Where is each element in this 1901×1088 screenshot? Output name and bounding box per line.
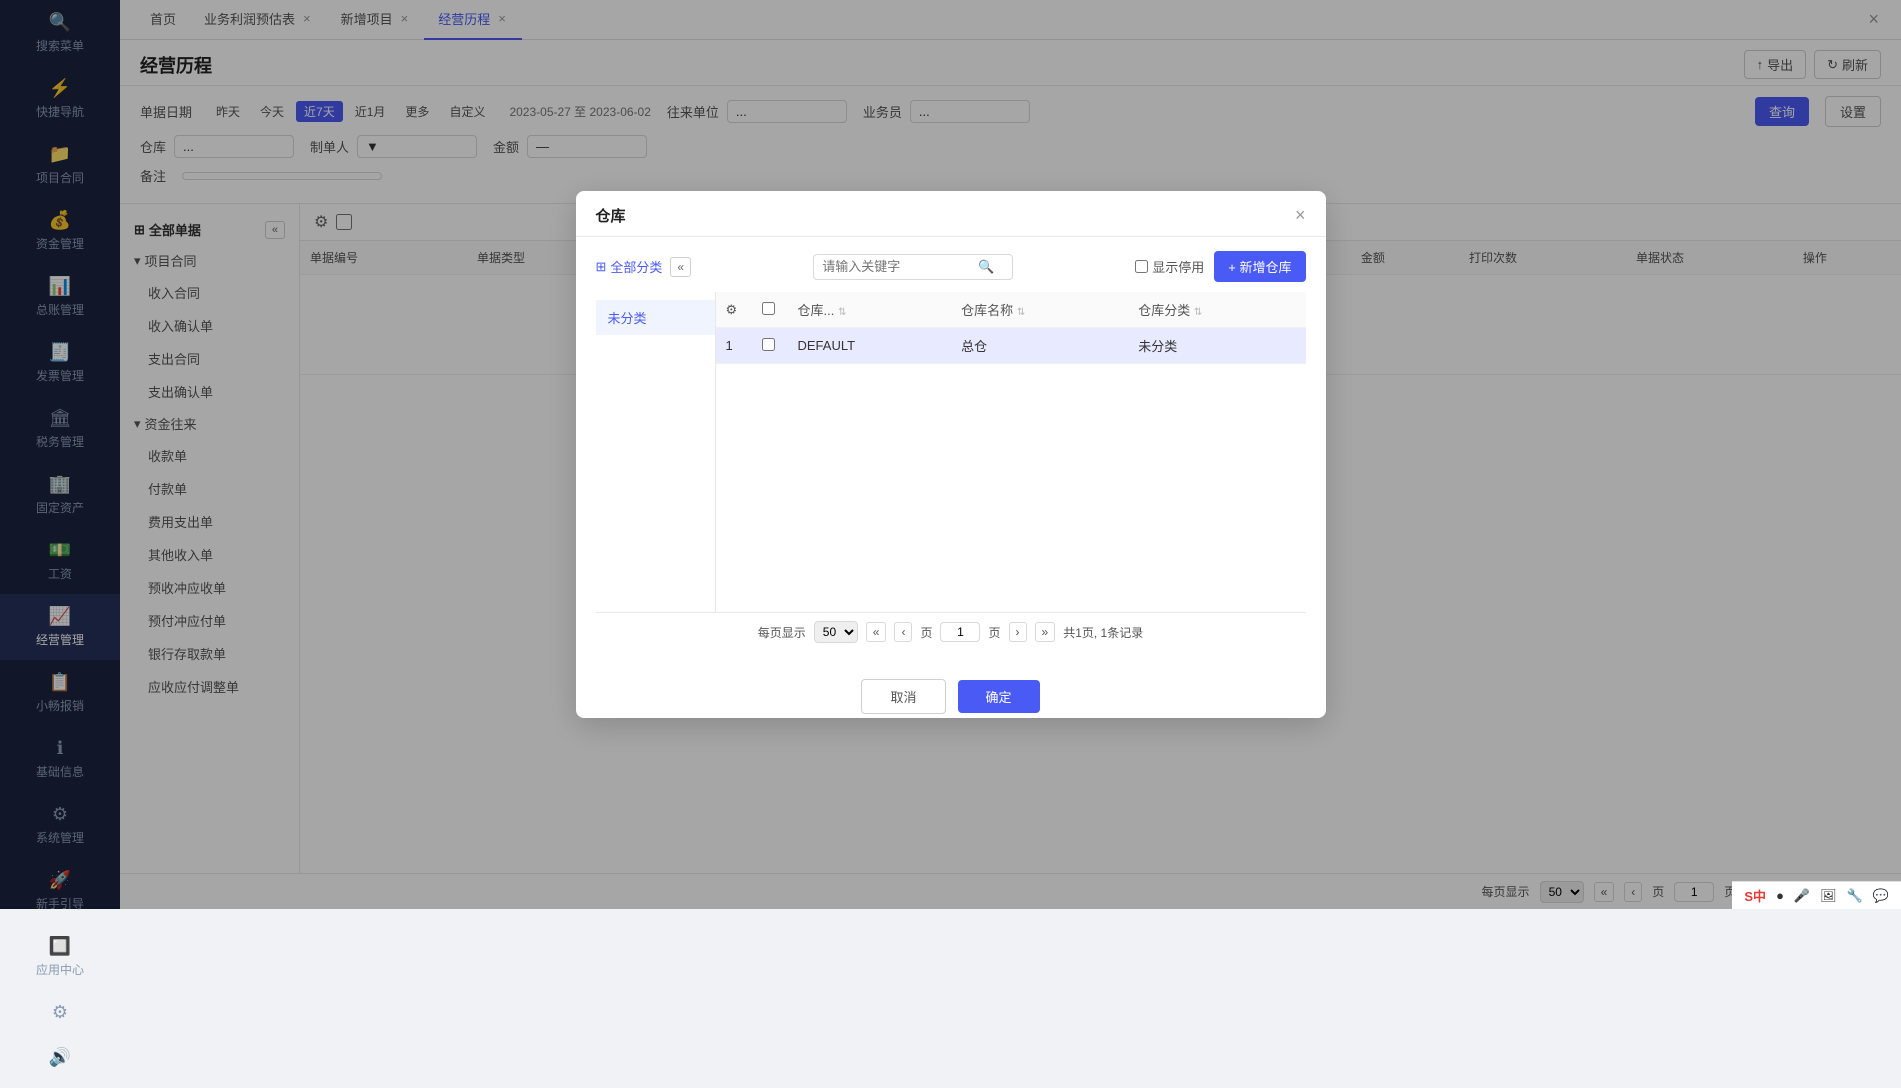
dialog-col-category-label: 仓库分类 <box>1138 303 1190 318</box>
sort-name-icon: ⇅ <box>1017 307 1025 318</box>
dialog-right-actions: 显示停用 + 新增仓库 <box>1135 251 1305 282</box>
add-warehouse-btn[interactable]: + 新增仓库 <box>1214 251 1305 282</box>
dialog-table: ⚙ 仓库... ⇅ 仓库名称 ⇅ <box>716 292 1306 364</box>
dialog-actions: 取消 确定 <box>576 665 1326 718</box>
show-disabled-text: 显示停用 <box>1152 257 1204 276</box>
sort-code-icon: ⇅ <box>838 307 846 318</box>
dialog-last-page-btn[interactable]: » <box>1035 622 1056 642</box>
dialog-toolbar: ⊞ 全部分类 « 🔍 显示停用 + 新增仓库 <box>596 251 1306 282</box>
dialog-col-settings: ⚙ <box>716 292 752 328</box>
dialog-col-category[interactable]: 仓库分类 ⇅ <box>1128 292 1305 328</box>
dialog-row-checkbox[interactable] <box>752 328 788 364</box>
dialog-col-code[interactable]: 仓库... ⇅ <box>788 292 952 328</box>
dialog-collapse-btn[interactable]: « <box>670 257 691 277</box>
dialog-search-input[interactable] <box>822 259 972 274</box>
dialog-page-word2: 页 <box>988 624 1000 641</box>
taskbar-image-icon[interactable]: 🖼 <box>1820 888 1837 904</box>
dialog-col-code-label: 仓库... <box>798 303 835 318</box>
dialog-pagination: 每页显示 50 « ‹ 页 页 › » 共1页, 1条记录 <box>596 612 1306 651</box>
app-center-icon: 🔲 <box>49 936 71 957</box>
dialog-search[interactable]: 🔍 <box>813 254 1013 280</box>
taskbar-dot: ● <box>1776 888 1784 903</box>
dialog-page-input[interactable] <box>940 622 980 642</box>
dialog-overlay: 仓库 × ⊞ 全部分类 « 🔍 <box>0 0 1901 909</box>
table-row[interactable]: 1 DEFAULT 总仓 未分类 <box>716 328 1306 364</box>
sound-icon: 🔊 <box>49 1047 71 1068</box>
dialog-prev-page-btn[interactable]: ‹ <box>894 622 912 642</box>
grid-category-icon: ⊞ <box>596 259 607 275</box>
dialog-page-size-label: 每页显示 <box>758 624 806 641</box>
dialog-first-page-btn[interactable]: « <box>866 622 887 642</box>
dialog-table-area: ⚙ 仓库... ⇅ 仓库名称 ⇅ <box>716 292 1306 612</box>
dialog-left-panel: ⊞ 全部分类 « <box>596 257 692 277</box>
dialog-col-name-label: 仓库名称 <box>961 303 1013 318</box>
dialog-row-category: 未分类 <box>1128 328 1305 364</box>
sort-category-icon: ⇅ <box>1194 307 1202 318</box>
dialog-title: 仓库 <box>596 205 626 226</box>
taskbar-chat-icon[interactable]: 💬 <box>1873 888 1889 904</box>
dialog-page-size-select[interactable]: 50 <box>814 621 858 643</box>
search-icon: 🔍 <box>978 259 994 275</box>
sidebar-item-settings[interactable]: ⚙ <box>0 990 120 1035</box>
show-disabled-label[interactable]: 显示停用 <box>1135 257 1204 276</box>
sidebar-item-sound[interactable]: 🔊 <box>0 1035 120 1080</box>
dialog-content: 未分类 ⚙ 仓库... ⇅ <box>596 292 1306 612</box>
confirm-button[interactable]: 确定 <box>958 680 1040 713</box>
settings-bottom-icon: ⚙ <box>52 1002 68 1023</box>
taskbar: S中 ● 🎤 🖼 🔧 💬 <box>1732 881 1901 909</box>
dialog-table-header-row: ⚙ 仓库... ⇅ 仓库名称 ⇅ <box>716 292 1306 328</box>
dialog-row-code: DEFAULT <box>788 328 952 364</box>
dialog-col-name[interactable]: 仓库名称 ⇅ <box>951 292 1128 328</box>
dialog-sidebar-item-uncategorized[interactable]: 未分类 <box>596 300 715 335</box>
dialog-page-word: 页 <box>920 624 932 641</box>
dialog-category-btn[interactable]: ⊞ 全部分类 <box>596 257 663 276</box>
dialog-row-cb-1[interactable] <box>762 338 775 351</box>
dialog-close-btn[interactable]: × <box>1295 205 1306 226</box>
dialog-body: ⊞ 全部分类 « 🔍 显示停用 + 新增仓库 <box>576 237 1326 665</box>
dialog-next-page-btn[interactable]: › <box>1009 622 1027 642</box>
sidebar-item-app-center[interactable]: 🔲 应用中心 <box>0 924 120 990</box>
dialog-row-name: 总仓 <box>951 328 1128 364</box>
dialog-total-info: 共1页, 1条记录 <box>1063 624 1143 641</box>
dialog-category-label: 全部分类 <box>610 257 662 276</box>
dialog-header: 仓库 × <box>576 191 1326 237</box>
dialog-row-settings-btn: 1 <box>716 328 752 364</box>
dialog-sidebar: 未分类 <box>596 292 716 612</box>
taskbar-logo: S中 <box>1744 886 1766 905</box>
dialog-select-all[interactable] <box>762 302 775 315</box>
taskbar-mic-icon[interactable]: 🎤 <box>1794 888 1810 904</box>
cancel-button[interactable]: 取消 <box>861 679 945 714</box>
sidebar-item-label-app: 应用中心 <box>36 961 84 978</box>
taskbar-tool-icon[interactable]: 🔧 <box>1847 888 1863 904</box>
dialog-col-checkbox[interactable] <box>752 292 788 328</box>
warehouse-dialog: 仓库 × ⊞ 全部分类 « 🔍 <box>576 191 1326 718</box>
show-disabled-checkbox[interactable] <box>1135 260 1148 273</box>
